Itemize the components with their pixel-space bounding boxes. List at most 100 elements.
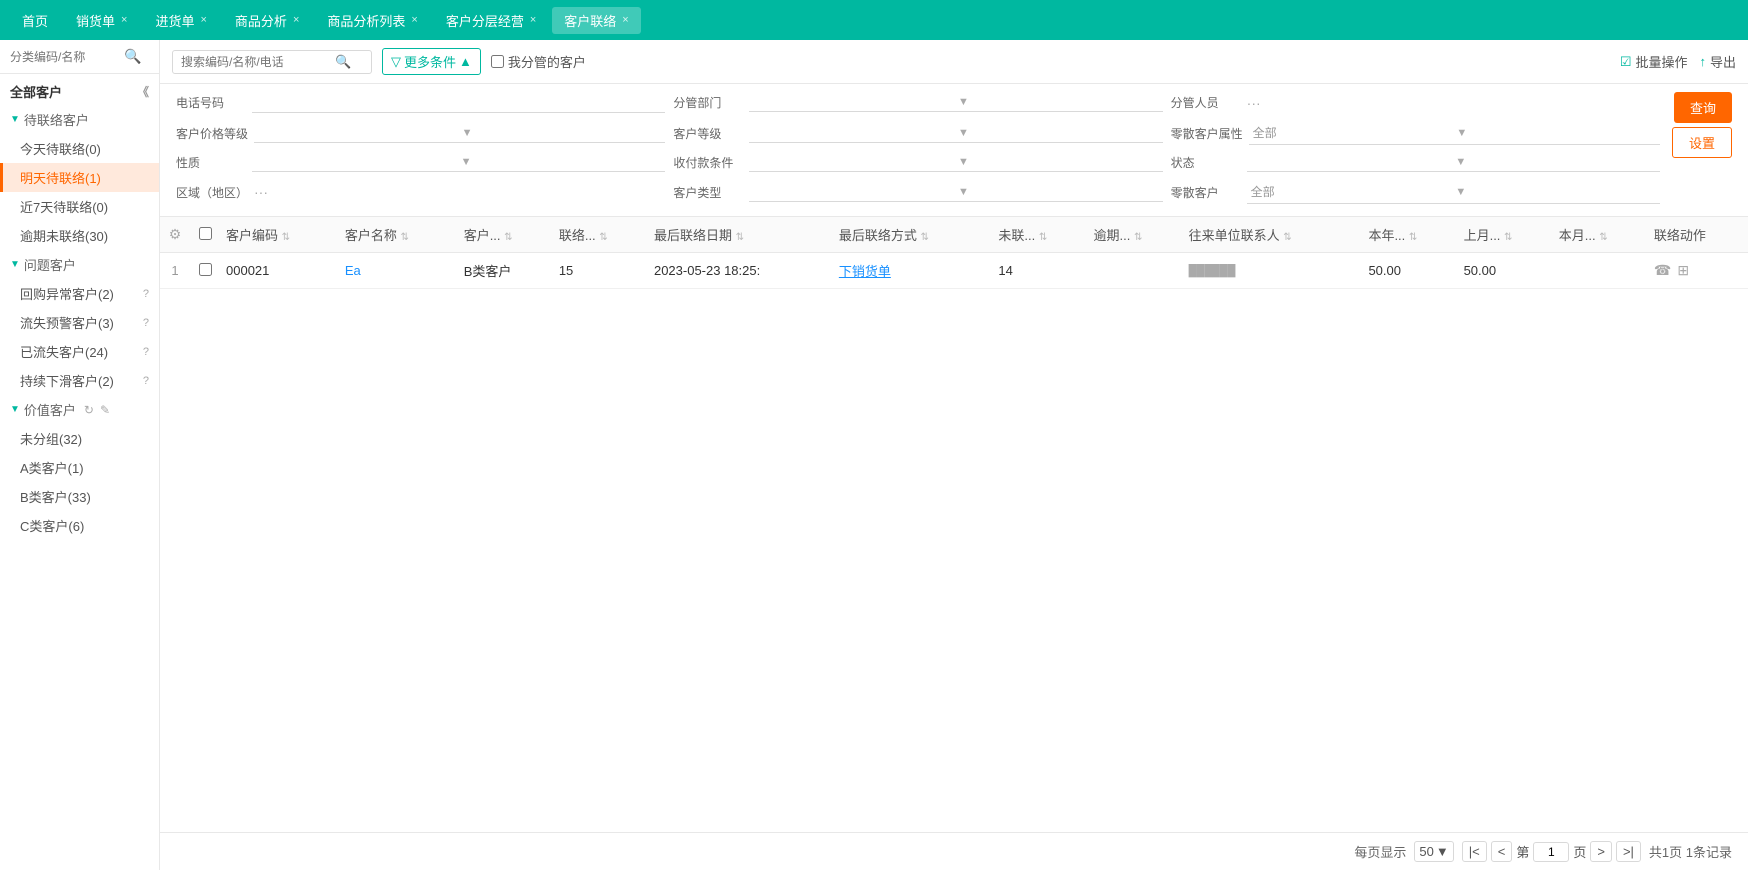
group-pending-contact[interactable]: ▼ 待联络客户 [0, 105, 159, 134]
collapse-icon[interactable]: 《 [137, 83, 149, 100]
adv-label-price-level: 客户价格等级 [176, 125, 248, 142]
adv-field-dept: 分管部门 ▼ [673, 93, 1162, 112]
chevron-down-price: ▼ [462, 127, 662, 139]
select-all-checkbox[interactable] [199, 227, 212, 240]
adv-input-phone[interactable] [252, 92, 665, 113]
row-checkbox[interactable] [199, 263, 212, 276]
query-button[interactable]: 查询 [1674, 92, 1732, 123]
sidebar-item-tomorrow[interactable]: 明天待联络(1) [0, 163, 159, 192]
sidebar-search-area: 🔍 [0, 40, 159, 74]
row-last-method[interactable]: 下销货单 [833, 253, 993, 289]
nav-purchase[interactable]: 进货单 × [143, 7, 218, 34]
action-phone-icon[interactable]: ☎ [1654, 262, 1671, 279]
adv-select-status[interactable]: ▼ [1247, 153, 1660, 172]
chevron-down-retail: ▼ [1455, 186, 1656, 198]
close-customer-contact-icon[interactable]: × [622, 14, 628, 26]
th-name: 客户名称 ⇅ [339, 217, 458, 253]
sidebar-search-icon[interactable]: 🔍 [124, 48, 141, 65]
th-code: 客户编码 ⇅ [220, 217, 339, 253]
adv-dots-region[interactable]: ··· [254, 184, 268, 200]
adv-select-cust-type[interactable]: ▼ [749, 183, 1162, 202]
group-problem-customers[interactable]: ▼ 问题客户 [0, 250, 159, 279]
page-last-btn[interactable]: >| [1616, 841, 1641, 862]
my-customers-checkbox[interactable] [491, 55, 504, 68]
per-page-select[interactable]: 50 ▼ [1414, 841, 1453, 862]
last-method-link[interactable]: 下销货单 [839, 264, 891, 279]
close-purchase-icon[interactable]: × [200, 14, 206, 26]
sort-contact-count-icon: ⇅ [599, 232, 607, 243]
sidebar-item-churn-warning[interactable]: 流失预警客户(3) ? [0, 308, 159, 337]
adv-select-dept[interactable]: ▼ [749, 93, 1162, 112]
nav-product-analysis[interactable]: 商品分析 × [223, 7, 311, 34]
close-product-analysis-icon[interactable]: × [293, 14, 299, 26]
close-customer-stratify-icon[interactable]: × [530, 14, 536, 26]
adv-label-person: 分管人员 [1171, 94, 1241, 111]
th-overdue: 逾期... ⇅ [1087, 217, 1182, 253]
refresh-icon[interactable]: ↻ [84, 403, 94, 417]
adv-select-retail-customer[interactable]: 全部 ▼ [1247, 180, 1660, 204]
row-action: ☎ ⊞ [1648, 253, 1748, 289]
chevron-down-nature: ▼ [461, 156, 662, 168]
table-gear-icon[interactable]: ⚙ [169, 226, 182, 242]
query-btn-group: 查询 设置 [1672, 92, 1732, 158]
page-next-btn[interactable]: > [1590, 841, 1612, 862]
row-name: Ea [339, 253, 458, 289]
sidebar-item-declining[interactable]: 持续下滑客户(2) ? [0, 366, 159, 395]
more-conditions-btn[interactable]: ▽ 更多条件 ▲ [382, 48, 481, 75]
th-contact-count: 联络... ⇅ [553, 217, 648, 253]
sidebar-search-input[interactable] [10, 50, 120, 64]
sidebar-item-7days[interactable]: 近7天待联络(0) [0, 192, 159, 221]
filter-search-input[interactable] [181, 55, 331, 69]
adv-field-customer-level: 客户等级 ▼ [673, 124, 1162, 143]
adv-select-payment[interactable]: ▼ [749, 153, 1162, 172]
page-input[interactable] [1533, 842, 1569, 862]
sidebar-item-ungrouped[interactable]: 未分组(32) [0, 424, 159, 453]
adv-label-status: 状态 [1171, 154, 1241, 171]
close-sales-icon[interactable]: × [121, 14, 127, 26]
page-prev-btn[interactable]: < [1491, 841, 1513, 862]
export-btn[interactable]: ↑ 导出 [1699, 52, 1736, 71]
sidebar-item-repurchase[interactable]: 回购异常客户(2) ? [0, 279, 159, 308]
edit-value-icon[interactable]: ✎ [100, 403, 110, 417]
adv-filter: 电话号码 分管部门 ▼ 分管人员 ··· [160, 84, 1748, 217]
row-check[interactable] [190, 253, 220, 289]
sidebar-item-class-b[interactable]: B类客户(33) [0, 482, 159, 511]
sidebar-item-churned[interactable]: 已流失客户(24) ? [0, 337, 159, 366]
adv-dots-person[interactable]: ··· [1247, 95, 1261, 111]
export-icon: ↑ [1699, 54, 1706, 69]
nav-home[interactable]: 首页 [10, 7, 60, 34]
th-check [190, 217, 220, 253]
sidebar-item-class-c[interactable]: C类客户(6) [0, 511, 159, 540]
action-grid-icon[interactable]: ⊞ [1677, 262, 1689, 279]
page-first-btn[interactable]: |< [1462, 841, 1487, 862]
adv-select-price-level[interactable]: ▼ [254, 124, 665, 143]
filter-search-box[interactable]: 🔍 [172, 50, 372, 74]
sidebar-item-class-a[interactable]: A类客户(1) [0, 453, 159, 482]
set-button[interactable]: 设置 [1672, 127, 1732, 158]
table-footer: 每页显示 50 ▼ |< < 第 页 > >| 共1页 1条记录 [160, 832, 1748, 870]
adv-select-retail-attr[interactable]: 全部 ▼ [1249, 121, 1660, 145]
nav-customer-contact[interactable]: 客户联络 × [552, 7, 640, 34]
nav-product-analysis-list[interactable]: 商品分析列表 × [315, 7, 429, 34]
adv-field-region: 区域（地区） ··· [176, 184, 665, 201]
sidebar-item-overdue[interactable]: 逾期未联络(30) [0, 221, 159, 250]
filter-search-icon[interactable]: 🔍 [335, 54, 351, 70]
adv-select-customer-level[interactable]: ▼ [749, 124, 1162, 143]
close-product-analysis-list-icon[interactable]: × [411, 14, 417, 26]
group-value-customers[interactable]: ▼ 价值客户 ↻ ✎ [0, 395, 159, 424]
row-contact-count: 15 [553, 253, 648, 289]
nav-customer-stratify[interactable]: 客户分层经营 × [434, 7, 548, 34]
adv-label-region: 区域（地区） [176, 184, 248, 201]
row-last-date: 2023-05-23 18:25: [648, 253, 833, 289]
total-records: 共1页 1条记录 [1649, 842, 1732, 861]
adv-select-nature[interactable]: ▼ [252, 153, 665, 172]
page-label: 第 [1516, 842, 1529, 861]
my-customers-checkbox-area[interactable]: 我分管的客户 [491, 52, 586, 71]
chevron-down-payment: ▼ [958, 156, 1159, 168]
sidebar-item-today[interactable]: 今天待联络(0) [0, 134, 159, 163]
nav-sales[interactable]: 销货单 × [64, 7, 139, 34]
adv-label-phone: 电话号码 [176, 94, 246, 111]
adv-filter-row-4: 区域（地区） ··· 客户类型 ▼ 零散客户 [176, 180, 1660, 204]
bulk-op-btn[interactable]: ☑ 批量操作 [1620, 52, 1688, 71]
sidebar: 🔍 全部客户 《 ▼ 待联络客户 今天待联络(0) 明天待联络(1) 近7天待联… [0, 40, 160, 870]
